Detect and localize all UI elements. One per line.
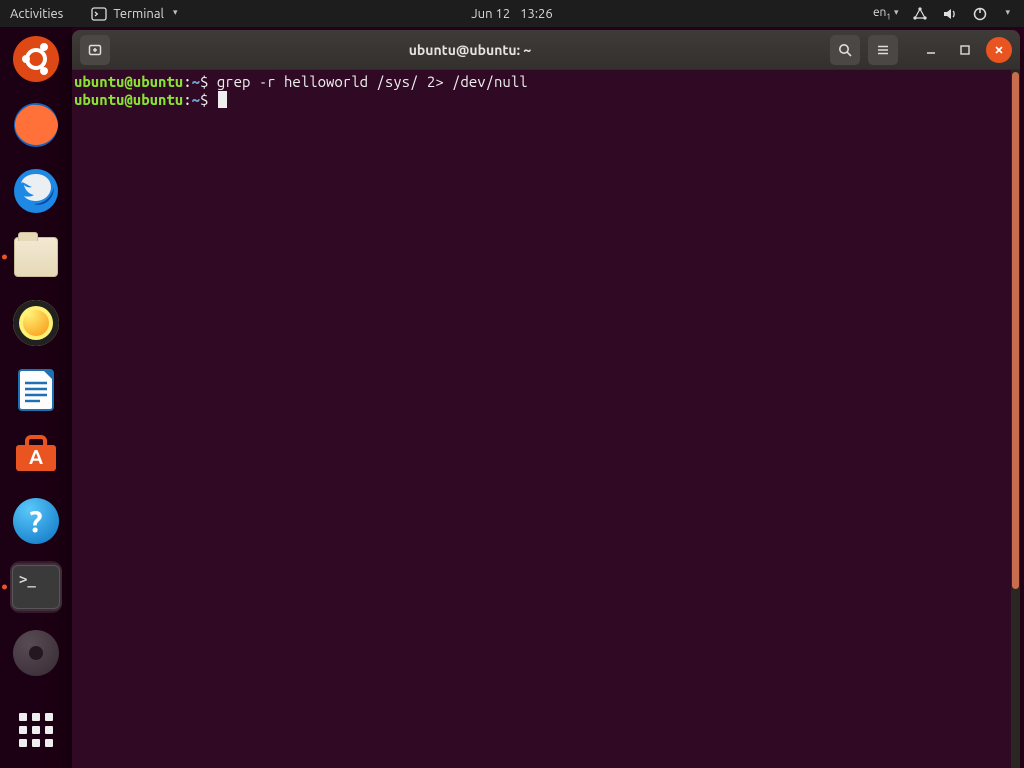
terminal-icon: >_	[12, 565, 60, 609]
help-icon: ?	[13, 498, 59, 544]
terminal-icon	[91, 6, 107, 22]
dock-thunderbird[interactable]	[10, 165, 62, 217]
dock-ubuntu-software[interactable]: A	[10, 429, 62, 481]
dock-help[interactable]: ?	[10, 495, 62, 547]
terminal-titlebar: ubuntu@ubuntu: ~	[72, 30, 1020, 70]
dock-terminal[interactable]: >_	[10, 561, 62, 613]
system-menu-chevron-icon[interactable]: ▾	[1005, 7, 1010, 18]
disk-icon	[13, 630, 59, 676]
prompt-path: ~	[192, 73, 200, 90]
clock-date: Jun 12	[471, 7, 510, 21]
dock-firefox[interactable]	[10, 99, 62, 151]
dock-rhythmbox[interactable]	[10, 297, 62, 349]
prompt-user: ubuntu@ubuntu	[74, 91, 183, 108]
search-button[interactable]	[830, 35, 860, 65]
terminal-body[interactable]: ubuntu@ubuntu:~$ grep -r helloworld /sys…	[72, 70, 1020, 768]
hamburger-menu-button[interactable]	[868, 35, 898, 65]
dock-disk-creator[interactable]	[10, 627, 62, 679]
svg-text:A: A	[29, 445, 43, 468]
folder-icon	[14, 237, 58, 277]
prompt-user: ubuntu@ubuntu	[74, 73, 183, 90]
window-maximize-button[interactable]	[952, 37, 978, 63]
dock-libreoffice-writer[interactable]	[10, 363, 62, 415]
new-tab-button[interactable]	[80, 35, 110, 65]
window-title: ubuntu@ubuntu: ~	[118, 42, 822, 58]
clock-time: 13:26	[520, 7, 553, 21]
input-source-indicator[interactable]: en1▾	[873, 6, 899, 21]
scrollbar-thumb[interactable]	[1012, 72, 1019, 589]
app-menu[interactable]: Terminal ▾	[91, 6, 177, 22]
command-line-1: grep -r helloworld /sys/ 2> /dev/null	[217, 73, 528, 90]
app-menu-label: Terminal	[113, 7, 164, 21]
ubuntu-dock: A ? >_	[0, 27, 72, 768]
volume-icon[interactable]	[942, 6, 958, 22]
activities-button[interactable]: Activities	[10, 7, 63, 21]
terminal-cursor	[218, 91, 227, 108]
dock-ubuntu-dash[interactable]	[10, 33, 62, 85]
power-icon[interactable]	[972, 6, 988, 22]
terminal-scrollbar[interactable]	[1011, 70, 1020, 768]
clock[interactable]: Jun 12 13:26	[471, 7, 552, 21]
window-minimize-button[interactable]	[918, 37, 944, 63]
dock-files[interactable]	[10, 231, 62, 283]
gnome-top-bar: Activities Terminal ▾ Jun 12 13:26 en1▾ …	[0, 0, 1024, 27]
prompt-path: ~	[192, 91, 200, 108]
terminal-window: ubuntu@ubuntu: ~ ubuntu@ubuntu:~$ grep -…	[72, 30, 1020, 768]
chevron-down-icon: ▾	[173, 7, 178, 18]
speaker-icon	[13, 300, 59, 346]
show-applications-button[interactable]	[12, 706, 60, 754]
window-close-button[interactable]	[986, 37, 1012, 63]
network-icon[interactable]	[912, 6, 928, 22]
apps-grid-icon	[19, 713, 53, 747]
